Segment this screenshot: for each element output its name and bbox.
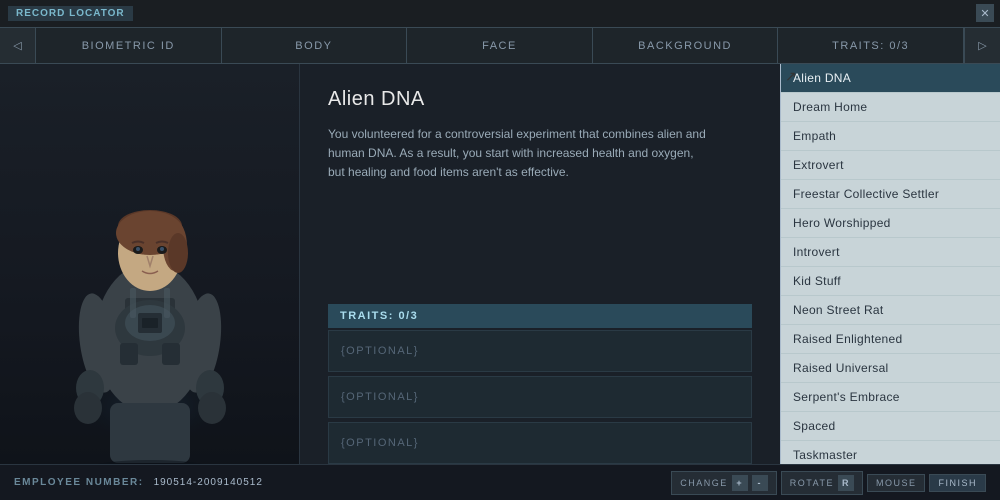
trait-list-item[interactable]: Neon Street Rat — [781, 296, 1000, 325]
trait-slot-2[interactable]: {OPTIONAL} — [328, 376, 752, 418]
rotate-button[interactable]: ROTATE R — [781, 471, 863, 495]
tab-biometric[interactable]: BIOMETRIC ID — [36, 28, 222, 63]
trait-list-item[interactable]: Extrovert — [781, 151, 1000, 180]
nav-right-button[interactable]: ▷ — [964, 28, 1000, 63]
bottom-bar: EMPLOYEE NUMBER: 190514-2009140512 CHANG… — [0, 464, 1000, 500]
trait-slot-1[interactable]: {OPTIONAL} — [328, 330, 752, 372]
tab-body[interactable]: BODY — [222, 28, 408, 63]
employee-label: EMPLOYEE NUMBER: — [14, 477, 144, 488]
trait-list-item[interactable]: Kid Stuff — [781, 267, 1000, 296]
trait-list-item[interactable]: Raised Enlightened — [781, 325, 1000, 354]
employee-number: 190514-2009140512 — [154, 477, 263, 488]
plus-icon: + — [732, 475, 748, 491]
record-locator-label: RECORD LOCATOR — [8, 6, 133, 21]
trait-slot-3[interactable]: {OPTIONAL} — [328, 422, 752, 464]
mouse-button[interactable]: MOUSE — [867, 474, 926, 492]
trait-list-item[interactable]: Spaced — [781, 412, 1000, 441]
traits-header: TRAITS: 0/3 — [328, 304, 752, 328]
r-key-icon: R — [838, 475, 854, 491]
bottom-buttons: CHANGE + - ROTATE R MOUSE FINISH — [671, 471, 986, 495]
change-button[interactable]: CHANGE + - — [671, 471, 777, 495]
tab-traits[interactable]: TRAITS: 0/3 — [778, 28, 964, 63]
nav-left-button[interactable]: ◁ — [0, 28, 36, 63]
trait-list-item[interactable]: Freestar Collective Settler — [781, 180, 1000, 209]
traits-section: TRAITS: 0/3 {OPTIONAL} {OPTIONAL} {OPTIO… — [328, 304, 752, 468]
center-panel: Alien DNA You volunteered for a controve… — [300, 64, 780, 492]
nav-tabs: ◁ BIOMETRIC ID BODY FACE BACKGROUND TRAI… — [0, 28, 1000, 64]
character-svg — [20, 78, 280, 478]
minus-icon: - — [752, 475, 768, 491]
tab-face[interactable]: FACE — [407, 28, 593, 63]
right-arrow-icon: ▷ — [978, 39, 986, 52]
right-panel-trait-list: ↗ Alien DNADream HomeEmpathExtrovertFree… — [780, 64, 1000, 492]
trait-description: You volunteered for a controversial expe… — [328, 125, 708, 183]
trait-title: Alien DNA — [328, 88, 752, 111]
main-content: Alien DNA You volunteered for a controve… — [0, 64, 1000, 492]
trait-list-item[interactable]: Empath — [781, 122, 1000, 151]
trait-list-item[interactable]: Dream Home — [781, 93, 1000, 122]
character-silhouette — [20, 78, 280, 478]
finish-button[interactable]: FINISH — [929, 474, 986, 492]
top-bar: RECORD LOCATOR ✕ — [0, 0, 1000, 28]
trait-list-item[interactable]: Introvert — [781, 238, 1000, 267]
character-portrait — [0, 64, 300, 492]
trait-list-item[interactable]: Hero Worshipped — [781, 209, 1000, 238]
close-button[interactable]: ✕ — [976, 4, 994, 22]
trait-list-item[interactable]: Raised Universal — [781, 354, 1000, 383]
trait-list-item[interactable]: Alien DNA — [781, 64, 1000, 93]
tab-background[interactable]: BACKGROUND — [593, 28, 779, 63]
left-arrow-icon: ◁ — [13, 39, 21, 52]
trait-list-item[interactable]: Serpent's Embrace — [781, 383, 1000, 412]
